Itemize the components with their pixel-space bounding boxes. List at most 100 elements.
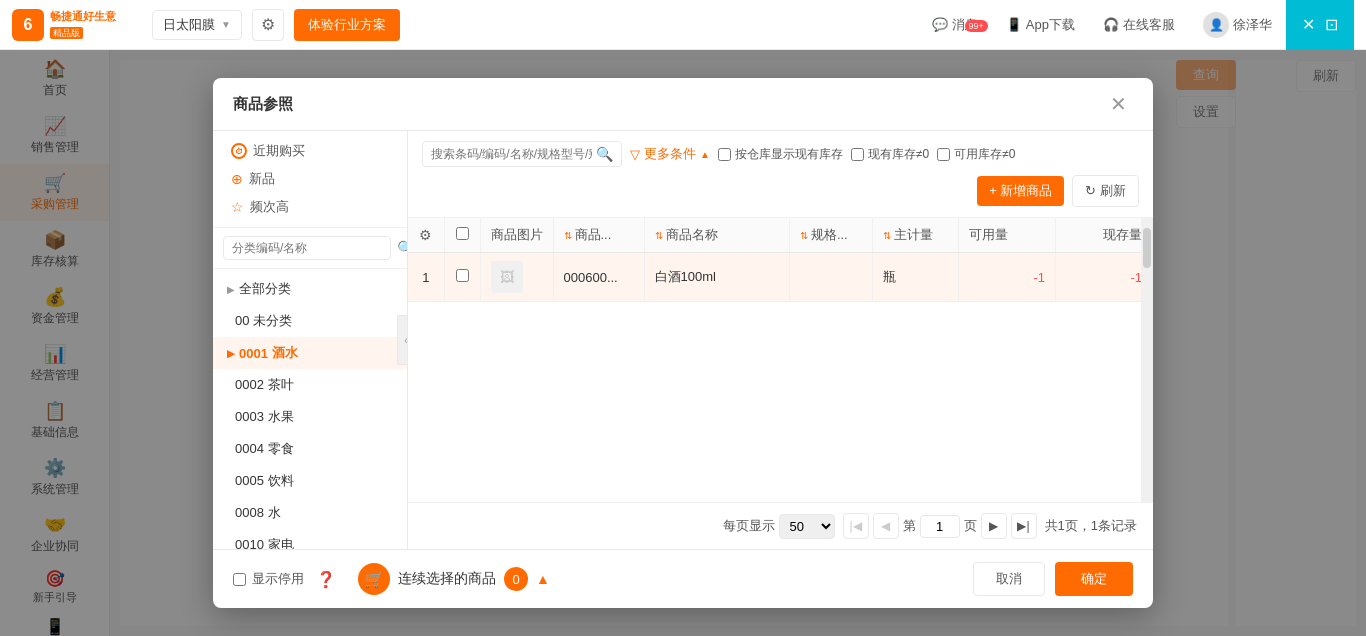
cell-checkbox[interactable] [444, 253, 480, 302]
avatar: 👤 [1203, 12, 1229, 38]
page-first-btn[interactable]: |◀ [843, 513, 869, 539]
phone-icon: 📱 [1006, 17, 1022, 32]
category-list: ▶ 全部分类 00 未分类 ▶ 0001 酒水 0002 茶叶 [213, 269, 407, 549]
cat-0002[interactable]: 0002 茶叶 [213, 369, 407, 401]
show-disabled-wrap[interactable]: 显示停用 [233, 570, 304, 588]
cell-available: -1 [959, 253, 1056, 302]
footer-actions: 取消 确定 [973, 562, 1133, 596]
page-prev-btn[interactable]: ◀ [873, 513, 899, 539]
cat-0004[interactable]: 0004 零食 [213, 433, 407, 465]
search-icon[interactable]: 🔍 [397, 240, 408, 256]
page-nav: |◀ ◀ 第 页 ▶ ▶| [843, 513, 1037, 539]
col-settings: ⚙ [408, 218, 444, 253]
search-bar: 🔍 ▽ 更多条件 ▲ 按仓库显示现有库存 [408, 131, 1153, 218]
right-panel: 🔍 ▽ 更多条件 ▲ 按仓库显示现有库存 [408, 131, 1153, 549]
product-thumbnail: 🖼 [491, 261, 523, 293]
page-total: 共1页，1条记录 [1045, 517, 1137, 535]
cell-unit: 瓶 [873, 253, 959, 302]
close-icon[interactable]: ✕ [1302, 15, 1315, 34]
cat-0005[interactable]: 0005 饮料 [213, 465, 407, 497]
page-next-btn[interactable]: ▶ [981, 513, 1007, 539]
search-input-wrap: 🔍 [422, 141, 622, 167]
cell-stock: -1 [1056, 253, 1153, 302]
sort-icon-name: ⇅ [655, 230, 663, 241]
table-row[interactable]: 1 🖼 000600... 白酒100ml [408, 253, 1153, 302]
nav-dropdown[interactable]: 日太阳膜 ▼ [152, 10, 242, 40]
scrollbar[interactable] [1141, 218, 1153, 502]
scroll-thumb [1143, 228, 1151, 268]
collapse-arrow-icon[interactable]: ▲ [536, 571, 550, 587]
modal-footer: 显示停用 ❓ 🛒 连续选择的商品 0 ▲ 取消 确定 [213, 549, 1153, 608]
selected-count-badge: 0 [504, 567, 528, 591]
page-input[interactable] [920, 515, 960, 538]
quick-item-frequent[interactable]: ☆ 频次高 [223, 193, 397, 221]
page-last-btn[interactable]: ▶| [1011, 513, 1037, 539]
star-icon: ☆ [231, 199, 244, 215]
filter-icon: ▽ [630, 147, 640, 162]
modal-overlay: 商品参照 ✕ ⏱ 近期购买 ⊕ [0, 50, 1366, 636]
checkbox-existing[interactable]: 现有库存≠0 [851, 146, 929, 163]
message-badge: 99+ [965, 20, 988, 32]
app-download-item[interactable]: 📱 App下载 [992, 16, 1089, 34]
modal-body: ⏱ 近期购买 ⊕ 新品 ☆ 频次高 « [213, 131, 1153, 549]
gear-icon[interactable]: ⚙ [252, 9, 284, 41]
modal-header: 商品参照 ✕ [213, 78, 1153, 131]
expand-icon[interactable]: ⊡ [1325, 15, 1338, 34]
messages-item[interactable]: 💬 消息 99+ [918, 16, 992, 34]
online-service-item[interactable]: 🎧 在线客服 [1089, 16, 1189, 34]
cat-0001[interactable]: ▶ 0001 酒水 [213, 337, 407, 369]
add-product-btn[interactable]: + 新增商品 [977, 176, 1064, 206]
top-nav: 6 畅捷通好生意 精品版 日太阳膜 ▼ ⚙ 体验行业方案 💬 消息 99+ 📱 … [0, 0, 1366, 50]
clock-icon: ⏱ [231, 143, 247, 159]
cell-code: 000600... [553, 253, 644, 302]
cat-0010[interactable]: 0010 家电 [213, 529, 407, 549]
filter-btn[interactable]: ▽ 更多条件 ▲ [630, 145, 710, 163]
col-spec: ⇅ 规格... [789, 218, 872, 253]
cancel-btn[interactable]: 取消 [973, 562, 1045, 596]
checkbox-available[interactable]: 可用库存≠0 [937, 146, 1015, 163]
col-unit: ⇅ 主计量 [873, 218, 959, 253]
col-checkbox [444, 218, 480, 253]
message-icon: 💬 [932, 17, 948, 32]
show-disabled-checkbox[interactable] [233, 573, 246, 586]
logo-badge: 精品版 [50, 27, 83, 40]
table-settings-icon[interactable]: ⚙ [419, 227, 432, 243]
cat-arrow-all: ▶ [227, 284, 235, 295]
logo-icon: 6 [12, 9, 44, 41]
left-panel: ⏱ 近期购买 ⊕ 新品 ☆ 频次高 « [213, 131, 408, 549]
nav-right: 💬 消息 99+ 📱 App下载 🎧 在线客服 👤 徐泽华 ✕ ⊡ [918, 0, 1354, 50]
search-magnifier-icon[interactable]: 🔍 [596, 146, 613, 162]
col-code: ⇅ 商品... [553, 218, 644, 253]
confirm-btn[interactable]: 确定 [1055, 562, 1133, 596]
col-image: 商品图片 [480, 218, 553, 253]
trial-btn[interactable]: 体验行业方案 [294, 9, 400, 41]
category-search-area: 🔍 [213, 228, 407, 269]
cat-0008[interactable]: 0008 水 [213, 497, 407, 529]
refresh-btn[interactable]: ↻ 刷新 [1072, 175, 1139, 207]
select-all-checkbox[interactable] [456, 227, 469, 240]
sort-icon-code: ⇅ [564, 230, 572, 241]
logo: 6 畅捷通好生意 精品版 [12, 9, 142, 41]
quick-item-recent[interactable]: ⏱ 近期购买 [223, 137, 397, 165]
cart-section: 🛒 连续选择的商品 0 ▲ [358, 563, 550, 595]
collapse-btn[interactable]: « [397, 315, 408, 365]
help-icon[interactable]: ❓ [316, 570, 336, 589]
per-page-select[interactable]: 50 100 200 [779, 514, 835, 539]
category-search-input[interactable] [223, 236, 391, 260]
logo-text: 畅捷通好生意 精品版 [50, 9, 116, 40]
cat-0003[interactable]: 0003 水果 [213, 401, 407, 433]
col-name: ⇅ 商品名称 [644, 218, 789, 253]
user-area[interactable]: 👤 徐泽华 [1189, 12, 1286, 38]
cart-btn[interactable]: 🛒 [358, 563, 390, 595]
checkbox-warehouse[interactable]: 按仓库显示现有库存 [718, 146, 843, 163]
cat-all[interactable]: ▶ 全部分类 [213, 273, 407, 305]
cell-image: 🖼 [480, 253, 553, 302]
modal-title: 商品参照 [233, 95, 293, 114]
cat-00[interactable]: 00 未分类 [213, 305, 407, 337]
new-icon: ⊕ [231, 171, 243, 187]
modal-close-btn[interactable]: ✕ [1104, 92, 1133, 116]
search-input[interactable] [431, 147, 592, 161]
quick-item-new[interactable]: ⊕ 新品 [223, 165, 397, 193]
chevron-down-icon: ▼ [221, 19, 231, 30]
sort-icon-unit: ⇅ [883, 230, 891, 241]
